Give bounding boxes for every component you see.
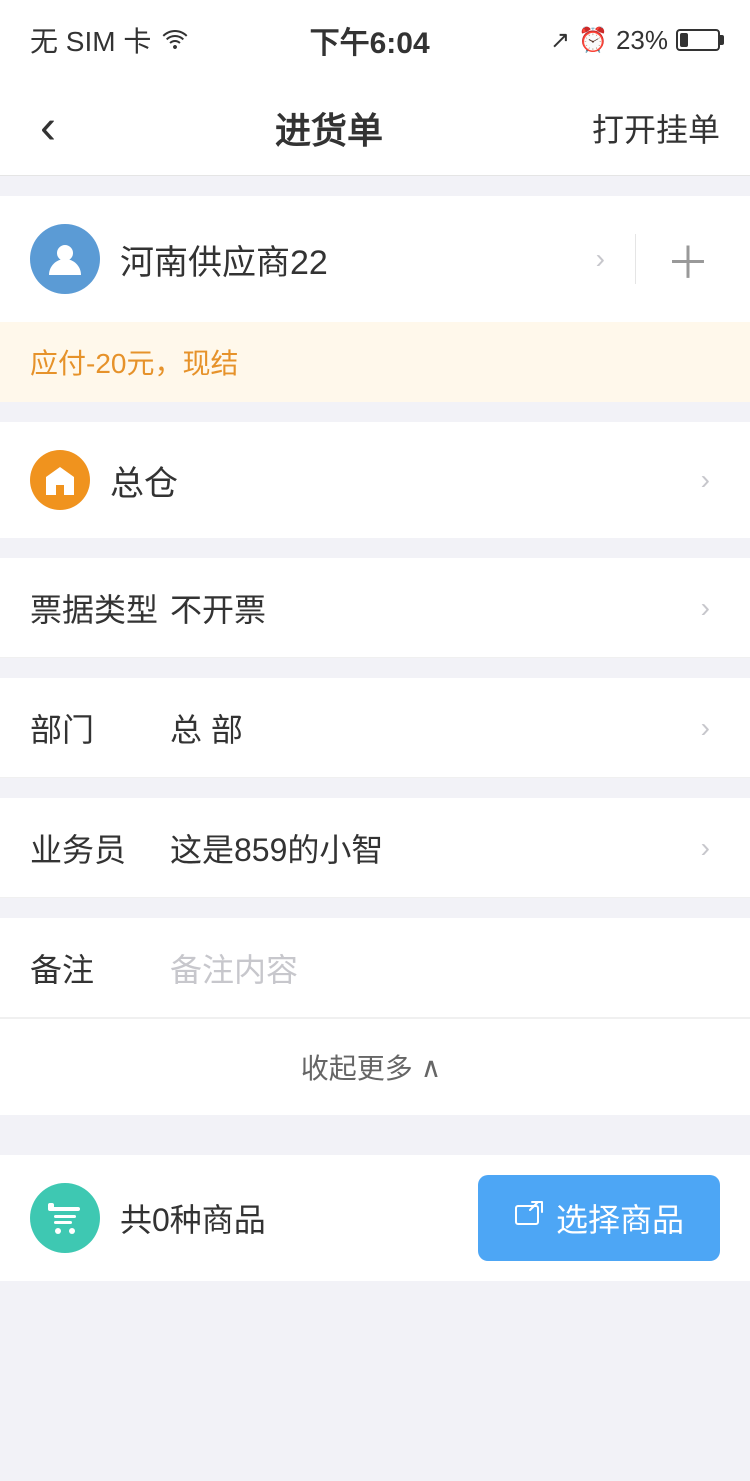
warning-text: 应付-20元，现结: [30, 348, 238, 379]
back-button[interactable]: ‹: [30, 90, 66, 165]
battery-percent: 23%: [616, 25, 668, 56]
battery-icon: [676, 29, 720, 51]
add-supplier-button[interactable]: ＋: [656, 227, 720, 291]
select-goods-label: 选择商品: [556, 1195, 684, 1241]
invoice-type-label: 票据类型: [30, 585, 160, 631]
warehouse-icon: [30, 450, 90, 510]
goods-icon: [30, 1183, 100, 1253]
collapse-icon: ∧: [421, 1051, 442, 1084]
select-goods-button[interactable]: 选择商品: [478, 1175, 720, 1261]
vertical-divider: [635, 234, 636, 284]
open-pending-button[interactable]: 打开挂单: [592, 105, 720, 151]
invoice-type-chevron: ›: [701, 592, 710, 624]
remark-label: 备注: [30, 945, 160, 991]
section-gap-3: [0, 538, 750, 558]
supplier-name: 河南供应商22: [120, 235, 596, 284]
invoice-type-value: 不开票: [170, 585, 701, 631]
section-gap-7: [0, 1115, 750, 1135]
page-title: 进货单: [275, 102, 383, 154]
salesperson-chevron: ›: [701, 832, 710, 864]
carrier-text: 无 SIM 卡: [30, 20, 151, 60]
warehouse-row[interactable]: 总仓 ›: [0, 422, 750, 538]
cart-icon: [46, 1199, 84, 1237]
warehouse-chevron-icon: ›: [701, 464, 710, 496]
footer-gray: [0, 1281, 750, 1481]
section-gap-1: [0, 176, 750, 196]
status-bar: 无 SIM 卡 下午6:04 ↗ ⏰ 23%: [0, 0, 750, 80]
section-gap-4: [0, 658, 750, 678]
goods-count-text: 共0种商品: [120, 1195, 478, 1241]
warning-banner: 应付-20元，现结: [0, 322, 750, 402]
supplier-row[interactable]: 河南供应商22 › ＋: [0, 196, 750, 322]
content-area: 河南供应商22 › ＋ 应付-20元，现结 总仓 › 票据类型 不开票 ›: [0, 176, 750, 1481]
status-left: 无 SIM 卡: [30, 20, 189, 60]
section-gap-5: [0, 778, 750, 798]
remark-row[interactable]: 备注 备注内容: [0, 918, 750, 1018]
department-row[interactable]: 部门 总 部 ›: [0, 678, 750, 778]
department-label: 部门: [30, 705, 160, 751]
supplier-chevron-icon: ›: [596, 243, 605, 275]
location-icon: ↗: [550, 26, 570, 55]
invoice-type-row[interactable]: 票据类型 不开票 ›: [0, 558, 750, 658]
user-icon: [45, 239, 85, 279]
nav-bar: ‹ 进货单 打开挂单: [0, 80, 750, 176]
section-gap-6: [0, 898, 750, 918]
alarm-icon: ⏰: [578, 26, 608, 55]
collapse-label: 收起更多: [301, 1047, 413, 1087]
warehouse-name: 总仓: [110, 456, 701, 505]
wifi-icon: [161, 24, 189, 56]
department-value: 总 部: [170, 705, 701, 751]
salesperson-row[interactable]: 业务员 这是859的小智 ›: [0, 798, 750, 898]
home-icon: [43, 463, 77, 497]
select-goods-icon: [514, 1200, 546, 1236]
form-section: 票据类型 不开票 › 部门 总 部 › 业务员 这是859的小智 › 备注 备注…: [0, 558, 750, 1115]
supplier-avatar: [30, 224, 100, 294]
department-chevron: ›: [701, 712, 710, 744]
salesperson-value: 这是859的小智: [170, 825, 701, 871]
section-gap-2: [0, 402, 750, 422]
bottom-bar: 共0种商品 选择商品: [0, 1155, 750, 1281]
salesperson-label: 业务员: [30, 825, 160, 871]
remark-input[interactable]: 备注内容: [170, 945, 720, 991]
status-right: ↗ ⏰ 23%: [550, 25, 720, 56]
collapse-row[interactable]: 收起更多 ∧: [0, 1018, 750, 1115]
status-time: 下午6:04: [310, 18, 430, 62]
